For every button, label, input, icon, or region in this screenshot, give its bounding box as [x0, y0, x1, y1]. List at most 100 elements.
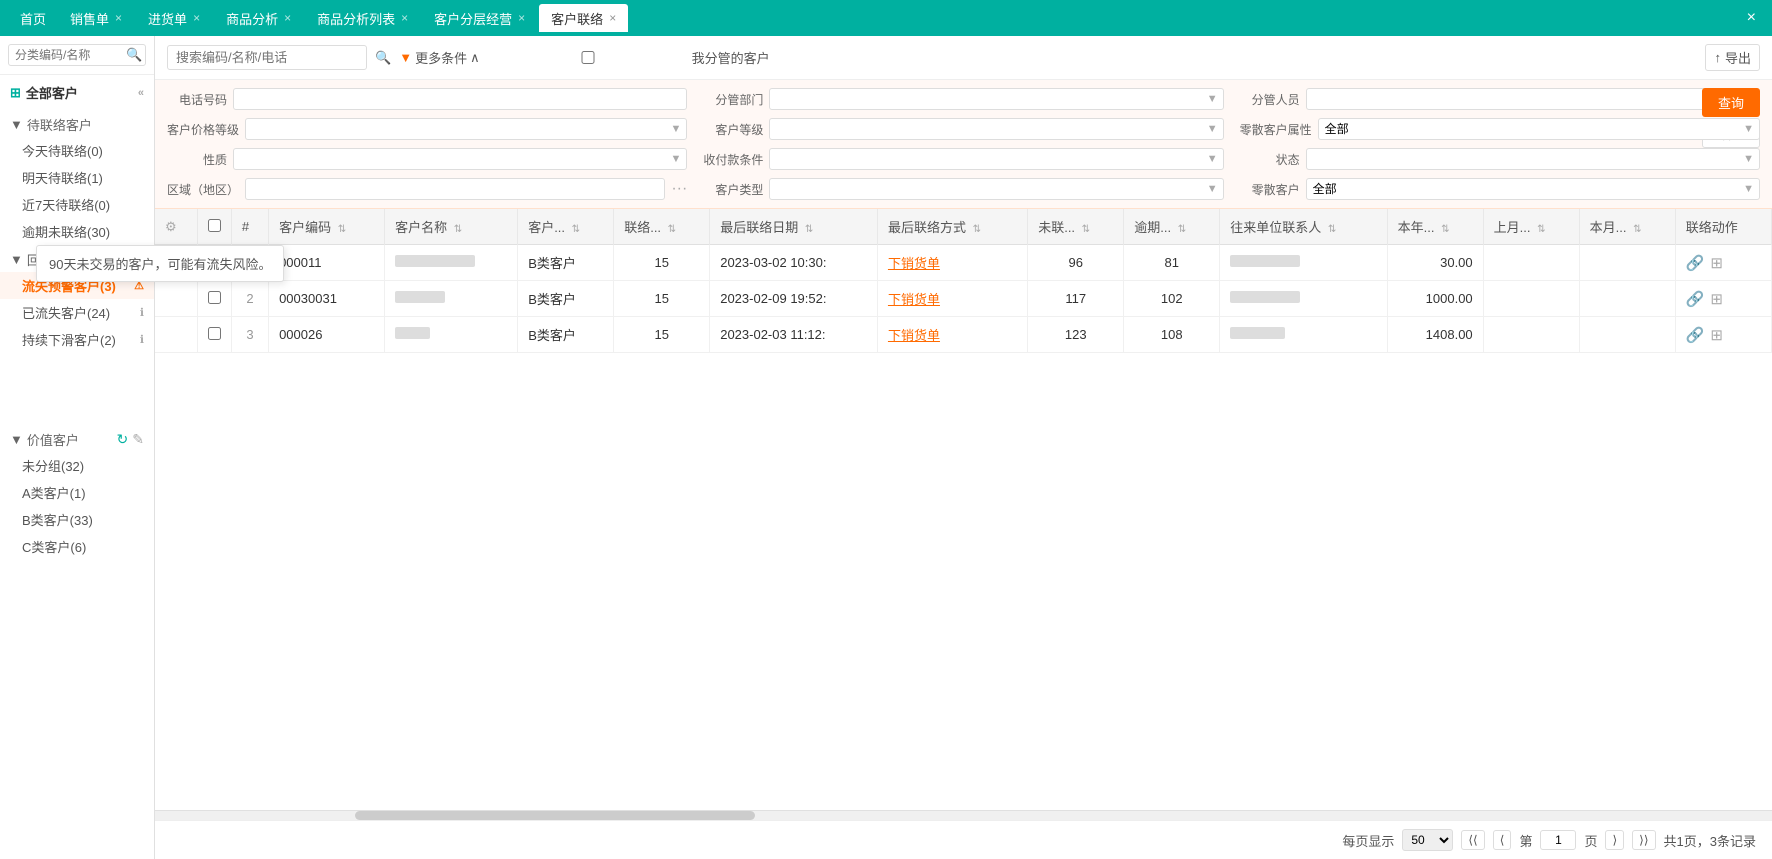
my-customers-checkbox[interactable]: 我分管的客户: [488, 48, 770, 67]
query-button[interactable]: 查询: [1702, 88, 1760, 117]
sidebar-item-class-c[interactable]: C类客户(6): [0, 533, 154, 560]
link-icon-3[interactable]: 🔗: [1686, 326, 1705, 344]
select-all-checkbox[interactable]: [208, 219, 221, 232]
td-name-3: [385, 317, 518, 353]
select-cust-grade[interactable]: [769, 118, 1223, 140]
sidebar-section-value[interactable]: ▼ 价值客户 ↻ ✎: [0, 425, 154, 452]
sort-arrows-code: ⇅: [338, 224, 346, 235]
row-checkbox-3[interactable]: [208, 327, 221, 340]
next-page-btn[interactable]: ⟩: [1605, 830, 1624, 850]
label-cust-type: 客户类型: [703, 181, 763, 198]
nav-tab-analysis[interactable]: 商品分析 ×: [214, 4, 303, 32]
th-name[interactable]: 客户名称 ⇅: [385, 209, 518, 245]
all-customers-header[interactable]: ⊞ 全部客户 «: [0, 75, 154, 110]
select-nature[interactable]: [233, 148, 687, 170]
nav-tab-analysis-list[interactable]: 商品分析列表 ×: [305, 4, 420, 32]
edit-icon[interactable]: ✎: [132, 431, 144, 448]
sidebar-item-class-a[interactable]: A类客户(1): [0, 479, 154, 506]
tooltip-box: 90天未交易的客户，可能有流失风险。: [36, 245, 155, 282]
th-type[interactable]: 客户... ⇅: [518, 209, 614, 245]
my-customers-check[interactable]: [488, 51, 688, 64]
nav-tab-customer-link[interactable]: 客户联络 ×: [539, 4, 628, 32]
sidebar-item-tomorrow[interactable]: 明天待联络(1): [0, 164, 154, 191]
input-manager[interactable]: [1306, 88, 1738, 110]
th-contact[interactable]: 联络... ⇅: [614, 209, 710, 245]
td-tm-3: [1579, 317, 1675, 353]
select-retail-cust[interactable]: 全部: [1306, 178, 1760, 200]
link-icon-2[interactable]: 🔗: [1686, 290, 1705, 308]
filter-row-price-grade: 客户价格等级 ▼: [167, 118, 687, 140]
sidebar-item-overdue[interactable]: 逾期未联络(30): [0, 218, 154, 245]
td-name-2: [385, 281, 518, 317]
nav-tab-purchase[interactable]: 进货单 ×: [136, 4, 212, 32]
select-retail-attr[interactable]: 全部: [1318, 118, 1760, 140]
th-last-way[interactable]: 最后联络方式 ⇅: [877, 209, 1027, 245]
sidebar-collapse-btn[interactable]: «: [138, 87, 144, 99]
sidebar-item-declining[interactable]: 持续下滑客户(2) ℹ: [0, 326, 154, 353]
export-button[interactable]: ↑ 导出: [1705, 44, 1760, 71]
th-no-contact[interactable]: 未联... ⇅: [1028, 209, 1124, 245]
top-nav: 首页 销售单 × 进货单 × 商品分析 × 商品分析列表 × 客户分层经营 × …: [0, 0, 1772, 36]
sidebar-section-pending[interactable]: ▼ 待联络客户: [0, 110, 154, 137]
close-tab-purchase[interactable]: ×: [193, 11, 200, 25]
page-number-input[interactable]: [1540, 830, 1576, 850]
close-tab-sales[interactable]: ×: [115, 11, 122, 25]
td-uc-2: [1220, 281, 1387, 317]
close-tab-analysis-list[interactable]: ×: [401, 11, 408, 25]
sidebar-item-ungroup[interactable]: 未分组(32): [0, 452, 154, 479]
th-unit-contact[interactable]: 往来单位联系人 ⇅: [1220, 209, 1387, 245]
select-status[interactable]: [1306, 148, 1760, 170]
search-input[interactable]: [167, 45, 367, 70]
horizontal-scrollbar[interactable]: [155, 810, 1772, 820]
select-price-grade[interactable]: [245, 118, 687, 140]
link-icon-1[interactable]: 🔗: [1686, 254, 1705, 272]
sidebar-item-today[interactable]: 今天待联络(0): [0, 137, 154, 164]
per-page-select[interactable]: 50 100 200: [1402, 829, 1453, 851]
nav-tab-customer-segment[interactable]: 客户分层经营 ×: [422, 4, 537, 32]
th-gear[interactable]: ⚙: [155, 209, 197, 245]
refresh-icon[interactable]: ↻: [117, 431, 129, 448]
grid-action-icon-2[interactable]: ⊞: [1710, 290, 1723, 308]
link-way-1[interactable]: 下销货单: [888, 256, 940, 271]
row-checkbox-2[interactable]: [208, 291, 221, 304]
td-way-3: 下销货单: [877, 317, 1027, 353]
link-way-2[interactable]: 下销货单: [888, 292, 940, 307]
last-page-btn[interactable]: ⟩⟩: [1632, 830, 1655, 850]
sidebar-item-already-lost[interactable]: 已流失客户(24) ℹ: [0, 299, 154, 326]
main-layout: 🔍 ⊞ 全部客户 « ▼ 待联络客户 今天待联络(0) 明天待联络(1) 近7天…: [0, 36, 1772, 859]
input-phone[interactable]: [233, 88, 687, 110]
sidebar-item-class-b[interactable]: B类客户(33): [0, 506, 154, 533]
td-type-1: B类客户: [518, 245, 614, 281]
td-od-2: 102: [1124, 281, 1220, 317]
scroll-thumb[interactable]: [355, 811, 755, 820]
search-filter-icon[interactable]: 🔍: [375, 50, 391, 66]
more-conditions-btn[interactable]: ▼ 更多条件 ∧: [399, 48, 479, 67]
nav-home[interactable]: 首页: [8, 9, 58, 28]
data-table: ⚙ # 客户编码 ⇅ 客户名称 ⇅: [155, 209, 1772, 353]
th-overdue[interactable]: 逾期... ⇅: [1124, 209, 1220, 245]
close-tab-customer-segment[interactable]: ×: [518, 11, 525, 25]
sidebar-item-week[interactable]: 近7天待联络(0): [0, 191, 154, 218]
prev-page-btn[interactable]: ⟨: [1493, 830, 1512, 850]
first-page-btn[interactable]: ⟨⟨: [1461, 830, 1484, 850]
close-tab-customer-link[interactable]: ×: [609, 11, 616, 25]
link-way-3[interactable]: 下销货单: [888, 328, 940, 343]
select-payment[interactable]: [769, 148, 1223, 170]
th-last-date[interactable]: 最后联络日期 ⇅: [710, 209, 878, 245]
select-dept[interactable]: [769, 88, 1223, 110]
td-code-2: 00030031: [269, 281, 385, 317]
th-this-year[interactable]: 本年... ⇅: [1387, 209, 1483, 245]
select-cust-type[interactable]: [769, 178, 1223, 200]
sidebar-search-input[interactable]: [8, 44, 146, 66]
td-ty-3: 1408.00: [1387, 317, 1483, 353]
grid-action-icon-1[interactable]: ⊞: [1710, 254, 1723, 272]
close-all-button[interactable]: ×: [1739, 9, 1764, 27]
dots-region[interactable]: ···: [671, 181, 687, 197]
th-this-month[interactable]: 本月... ⇅: [1579, 209, 1675, 245]
nav-tab-sales[interactable]: 销售单 ×: [58, 4, 134, 32]
th-last-month[interactable]: 上月... ⇅: [1483, 209, 1579, 245]
close-tab-analysis[interactable]: ×: [284, 11, 291, 25]
input-region[interactable]: [245, 178, 665, 200]
grid-action-icon-3[interactable]: ⊞: [1710, 326, 1723, 344]
th-code[interactable]: 客户编码 ⇅: [269, 209, 385, 245]
